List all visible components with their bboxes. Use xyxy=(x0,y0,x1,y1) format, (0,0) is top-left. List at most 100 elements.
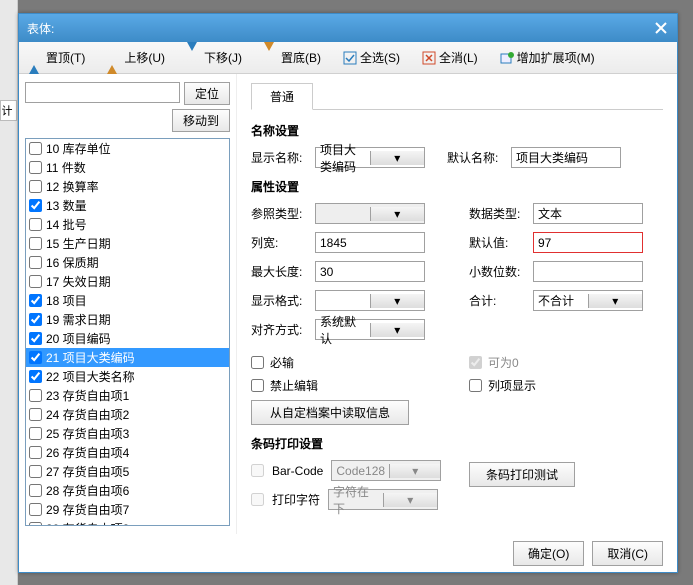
col-width-field[interactable] xyxy=(315,232,425,253)
close-icon[interactable] xyxy=(653,20,669,36)
list-item[interactable]: 24 存货自由项2 xyxy=(26,405,229,424)
list-item[interactable]: 17 失效日期 xyxy=(26,272,229,291)
default-value-field[interactable] xyxy=(533,232,643,253)
colshow-checkbox[interactable] xyxy=(469,379,482,392)
list-item-label: 24 存货自由项2 xyxy=(46,406,129,423)
section-name: 名称设置 xyxy=(251,122,663,139)
list-item-label: 10 库存单位 xyxy=(46,140,111,157)
outer-dock-tab[interactable]: 计 xyxy=(0,100,17,121)
list-item[interactable]: 16 保质期 xyxy=(26,253,229,272)
list-item[interactable]: 13 数量 xyxy=(26,196,229,215)
list-item[interactable]: 14 批号 xyxy=(26,215,229,234)
display-name-select[interactable]: 项目大类编码▾ xyxy=(315,147,425,168)
list-item-checkbox[interactable] xyxy=(29,522,42,526)
list-item[interactable]: 23 存货自由项1 xyxy=(26,386,229,405)
list-item-label: 26 存货自由项4 xyxy=(46,444,129,461)
list-item-checkbox[interactable] xyxy=(29,142,42,155)
max-len-label: 最大长度: xyxy=(251,263,307,280)
align-select[interactable]: 系统默认▾ xyxy=(315,319,425,340)
list-item-label: 19 需求日期 xyxy=(46,311,111,328)
list-item[interactable]: 29 存货自由项7 xyxy=(26,500,229,519)
decimal-field[interactable] xyxy=(533,261,643,282)
canzero-label: 可为0 xyxy=(488,354,519,371)
list-item-label: 14 批号 xyxy=(46,216,87,233)
default-name-field[interactable] xyxy=(511,147,621,168)
up-button[interactable]: 上移(U) xyxy=(103,47,169,68)
list-item-checkbox[interactable] xyxy=(29,218,42,231)
down-button[interactable]: 下移(J) xyxy=(183,47,246,68)
printchar-label: 打印字符 xyxy=(272,491,320,508)
list-item[interactable]: 10 库存单位 xyxy=(26,139,229,158)
list-item-checkbox[interactable] xyxy=(29,465,42,478)
noedit-checkbox[interactable] xyxy=(251,379,264,392)
list-item-checkbox[interactable] xyxy=(29,180,42,193)
list-item-checkbox[interactable] xyxy=(29,237,42,250)
list-item[interactable]: 21 项目大类编码 xyxy=(26,348,229,367)
list-item-checkbox[interactable] xyxy=(29,370,42,383)
list-item-checkbox[interactable] xyxy=(29,427,42,440)
item-list[interactable]: 10 库存单位11 件数12 换算率13 数量14 批号 15 生产日期16 保质… xyxy=(25,138,230,526)
decimal-label: 小数位数: xyxy=(469,263,525,280)
canzero-checkbox xyxy=(469,356,482,369)
list-item-checkbox[interactable] xyxy=(29,446,42,459)
list-item-checkbox[interactable] xyxy=(29,332,42,345)
list-item-checkbox[interactable] xyxy=(29,294,42,307)
dialog-title: 表体: xyxy=(27,20,653,37)
list-item[interactable]: 30 存货自由项8 xyxy=(26,519,229,526)
unselect-all-icon xyxy=(422,51,436,65)
bottom-button[interactable]: 置底(B) xyxy=(260,47,325,68)
list-item-label: 23 存货自由项1 xyxy=(46,387,129,404)
list-item-checkbox[interactable] xyxy=(29,503,42,516)
col-width-label: 列宽: xyxy=(251,234,307,251)
list-item-checkbox[interactable] xyxy=(29,389,42,402)
sum-select[interactable]: 不合计▾ xyxy=(533,290,643,311)
tabs: 普通 xyxy=(251,82,663,110)
select-all-button[interactable]: 全选(S) xyxy=(339,47,404,68)
list-item-checkbox[interactable] xyxy=(29,351,42,364)
list-item[interactable]: 19 需求日期 xyxy=(26,310,229,329)
list-item-checkbox[interactable] xyxy=(29,275,42,288)
list-item[interactable]: 28 存货自由项6 xyxy=(26,481,229,500)
cancel-button[interactable]: 取消(C) xyxy=(592,541,663,566)
list-item[interactable]: 26 存货自由项4 xyxy=(26,443,229,462)
list-item-label: 28 存货自由项6 xyxy=(46,482,129,499)
list-item-checkbox[interactable] xyxy=(29,199,42,212)
top-button[interactable]: 置顶(T) xyxy=(25,47,89,68)
read-custom-button[interactable]: 从自定档案中读取信息 xyxy=(251,400,409,425)
tab-general[interactable]: 普通 xyxy=(251,83,313,110)
list-item-label: 15 生产日期 xyxy=(46,235,111,252)
moveto-button[interactable]: 移动到 xyxy=(172,109,230,132)
list-item[interactable]: 20 项目编码 xyxy=(26,329,229,348)
list-item[interactable]: 15 生产日期 xyxy=(26,234,229,253)
locate-button[interactable]: 定位 xyxy=(184,82,230,105)
list-item-checkbox[interactable] xyxy=(29,256,42,269)
barcode-test-button[interactable]: 条码打印测试 xyxy=(469,462,575,487)
list-item[interactable]: 12 换算率 xyxy=(26,177,229,196)
max-len-field[interactable] xyxy=(315,261,425,282)
data-type-label: 数据类型: xyxy=(469,205,525,222)
chevron-down-icon: ▾ xyxy=(370,294,425,308)
list-item[interactable]: 27 存货自由项5 xyxy=(26,462,229,481)
list-item-label: 12 换算率 xyxy=(46,178,99,195)
list-item-label: 21 项目大类编码 xyxy=(46,349,135,366)
list-item-label: 17 失效日期 xyxy=(46,273,111,290)
list-item[interactable]: 25 存货自由项3 xyxy=(26,424,229,443)
list-item[interactable]: 11 件数 xyxy=(26,158,229,177)
list-item[interactable]: 18 项目 xyxy=(26,291,229,310)
toolbar: 置顶(T) 上移(U) 下移(J) 置底(B) 全选(S) 全消(L) 增加扩展… xyxy=(19,42,677,74)
list-item-checkbox[interactable] xyxy=(29,161,42,174)
list-item-checkbox[interactable] xyxy=(29,484,42,497)
left-panel: 定位 移动到 10 库存单位11 件数12 换算率13 数量14 批号 15 生产… xyxy=(19,74,237,534)
display-fmt-select[interactable]: ▾ xyxy=(315,290,425,311)
ok-button[interactable]: 确定(O) xyxy=(513,541,584,566)
extend-button[interactable]: 增加扩展项(M) xyxy=(496,47,599,68)
list-item-checkbox[interactable] xyxy=(29,408,42,421)
list-item-checkbox[interactable] xyxy=(29,313,42,326)
list-item[interactable]: 22 项目大类名称 xyxy=(26,367,229,386)
colshow-label: 列项显示 xyxy=(488,377,536,394)
unselect-all-button[interactable]: 全消(L) xyxy=(418,47,482,68)
required-checkbox[interactable] xyxy=(251,356,264,369)
data-type-field[interactable] xyxy=(533,203,643,224)
arrow-up-icon xyxy=(107,51,121,65)
search-input[interactable] xyxy=(25,82,180,103)
